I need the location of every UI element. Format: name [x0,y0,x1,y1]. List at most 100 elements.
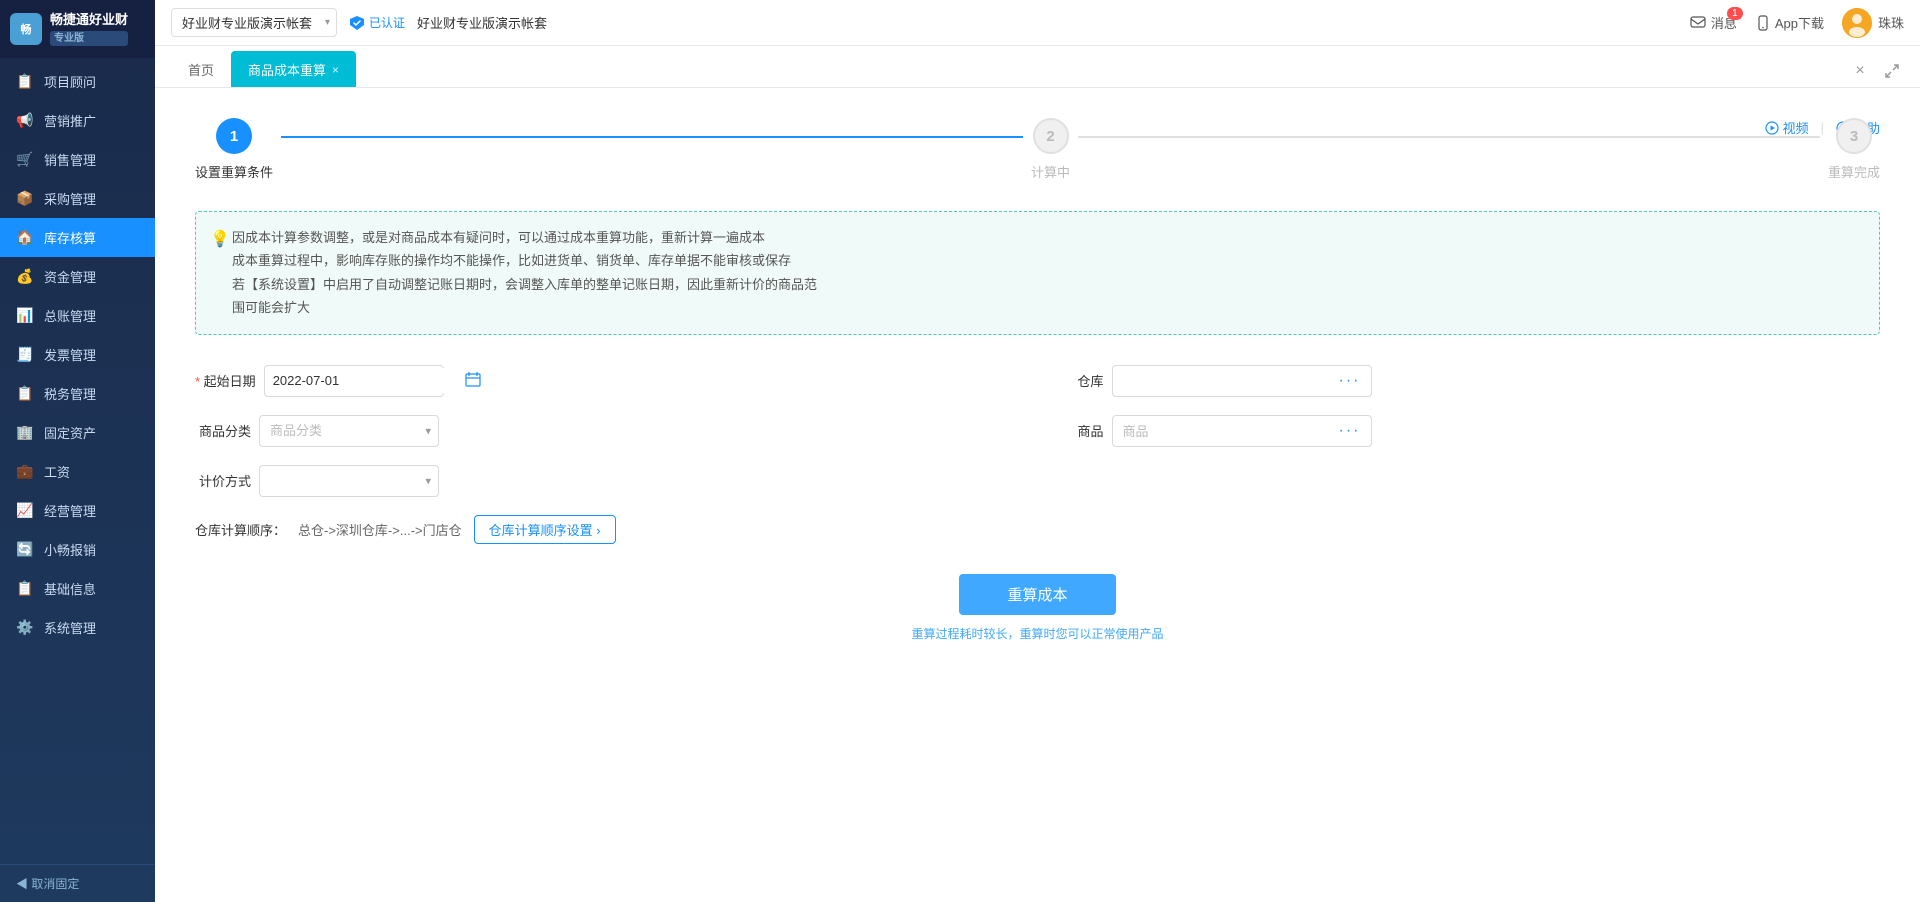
sidebar-item-expense[interactable]: 🔄 小畅报销 [0,530,155,569]
category-label: 商品分类 [195,421,251,440]
tab-close-icon[interactable]: × [332,63,339,77]
sidebar-item-system[interactable]: ⚙️ 系统管理 [0,608,155,647]
info-box: 💡 因成本计算参数调整，或是对商品成本有疑问时，可以通过成本重算功能，重新计算一… [195,211,1880,335]
sidebar-header: 畅 畅捷通好业财 专业版 [0,0,155,58]
info-line-3: 若【系统设置】中启用了自动调整记账日期时，会调整入库单的整单记账日期，因此重新计… [232,273,1863,296]
calendar-icon[interactable] [457,371,489,390]
purchase-icon: 📦 [16,189,34,207]
sidebar-item-inventory[interactable]: 🏠 库存核算 [0,218,155,257]
calc-order-label: 仓库计算顺序： [195,520,286,539]
sidebar-item-sales[interactable]: 🛒 销售管理 [0,140,155,179]
step-1-label: 设置重算条件 [195,162,273,181]
project-icon: 📋 [16,72,34,90]
verified-account-name: 好业财专业版演示帐套 [417,13,547,32]
asset-icon: 🏢 [16,423,34,441]
expense-icon: 🔄 [16,540,34,558]
warehouse-label: 仓库 [1048,371,1104,390]
product-placeholder: 商品 [1123,421,1149,440]
recalc-cost-btn[interactable]: 重算成本 [959,574,1115,615]
phone-icon [1755,15,1771,31]
account-name-display: 好业财专业版演示帐套 [182,13,312,32]
submit-section: 重算成本 重算过程耗时较长，重算时您可以正常使用产品 [195,564,1880,662]
sidebar-item-basic[interactable]: 📋 基础信息 [0,569,155,608]
message-btn[interactable]: 消息 1 [1689,13,1737,32]
tab-home-label: 首页 [188,60,214,79]
main-area: 好业财专业版演示帐套 已认证 好业财专业版演示帐套 消息 1 [155,0,1920,902]
calc-order-btn-label: 仓库计算顺序设置 › [489,520,601,539]
start-date-input[interactable] [265,368,457,393]
operation-icon: 📈 [16,501,34,519]
invoice-icon: 🧾 [16,345,34,363]
category-select[interactable]: 商品分类 [259,415,439,447]
sidebar-item-purchase[interactable]: 📦 采购管理 [0,179,155,218]
expand-btn[interactable] [1880,59,1904,83]
sidebar-item-tax[interactable]: 📋 税务管理 [0,374,155,413]
play-icon [1765,121,1779,135]
step-2-circle: 2 [1033,118,1069,154]
sidebar-item-salary[interactable]: 💼 工资 [0,452,155,491]
sidebar-item-asset[interactable]: 🏢 固定资产 [0,413,155,452]
step-3: 3 重算完成 [1828,118,1880,181]
tab-cost-recalc[interactable]: 商品成本重算 × [231,51,356,87]
sidebar-item-label-sales: 销售管理 [44,150,96,169]
info-line-1: 因成本计算参数调整，或是对商品成本有疑问时，可以通过成本重算功能，重新计算一遍成… [232,226,1863,249]
verified-badge: 已认证 [349,14,405,31]
submit-hint: 重算过程耗时较长，重算时您可以正常使用产品 [911,625,1163,642]
form-group-pricing: 计价方式 [195,465,1880,497]
recalc-btn-label: 重算成本 [1007,587,1067,604]
step-2: 2 计算中 [1031,118,1070,181]
account-selector[interactable]: 好业财专业版演示帐套 [171,8,337,37]
avatar-icon [1842,8,1872,38]
user-menu-btn[interactable]: 珠珠 [1842,8,1904,38]
sidebar-item-marketing[interactable]: 📢 营销推广 [0,101,155,140]
warehouse-dots-btn[interactable]: ··· [1339,372,1361,390]
sidebar-item-label-invoice: 发票管理 [44,345,96,364]
sidebar-item-project[interactable]: 📋 项目顾问 [0,62,155,101]
form-group-start-date: 起始日期 [195,365,1028,397]
calendar-svg [465,371,481,387]
calc-order-settings-btn[interactable]: 仓库计算顺序设置 › [474,515,616,544]
info-line-4: 围可能会扩大 [232,296,1863,319]
pricing-select[interactable] [259,465,439,497]
brand-subtitle: 专业版 [50,31,128,46]
tax-icon: 📋 [16,384,34,402]
warehouse-input[interactable]: ··· [1112,365,1372,397]
calc-order-row: 仓库计算顺序： 总仓->深圳仓库->...->门店仓 仓库计算顺序设置 › [195,515,1880,544]
video-label: 视频 [1783,118,1809,137]
user-name: 珠珠 [1878,13,1904,32]
sidebar-item-accounting[interactable]: 📊 总账管理 [0,296,155,335]
tab-home[interactable]: 首页 [171,51,231,87]
pricing-label: 计价方式 [195,471,251,490]
close-icon: × [1855,62,1864,80]
sales-icon: 🛒 [16,150,34,168]
info-line-2: 成本重算过程中，影响库存账的操作均不能操作，比如进货单、销货单、库存单据不能审核… [232,249,1863,272]
tabbar-right: × [1848,59,1904,87]
app-download-btn[interactable]: App下载 [1755,13,1824,32]
brand-title: 畅捷通好业财 [50,12,128,29]
product-dots-btn[interactable]: ··· [1339,422,1361,440]
logo-text: 畅 [21,21,32,37]
form-section: 起始日期 仓库 [155,355,1920,682]
main-content: 1 设置重算条件 2 计算中 3 重算完成 [155,88,1920,902]
sidebar-item-label-tax: 税务管理 [44,384,96,403]
sidebar-item-invoice[interactable]: 🧾 发票管理 [0,335,155,374]
warning-icon: 💡 [210,226,230,255]
calc-order-value: 总仓->深圳仓库->...->门店仓 [298,520,462,539]
pricing-select-wrapper [259,465,439,497]
message-icon [1689,14,1707,32]
step-1-circle: 1 [216,118,252,154]
sidebar-brand: 畅捷通好业财 专业版 [50,12,128,46]
steps-container: 1 设置重算条件 2 计算中 3 重算完成 [155,88,1920,201]
sidebar-item-operation[interactable]: 📈 经营管理 [0,491,155,530]
close-window-btn[interactable]: × [1848,59,1872,83]
product-input[interactable]: 商品 ··· [1112,415,1372,447]
sidebar-item-label-finance: 资金管理 [44,267,96,286]
sidebar-item-label-salary: 工资 [44,462,70,481]
help-divider: | [1821,120,1824,135]
expand-icon [1884,63,1900,79]
sidebar-footer[interactable]: ◀ 取消固定 [0,864,155,902]
product-label: 商品 [1048,421,1104,440]
video-help-link[interactable]: 视频 [1765,118,1809,137]
step-3-circle: 3 [1836,118,1872,154]
sidebar-item-finance[interactable]: 💰 资金管理 [0,257,155,296]
